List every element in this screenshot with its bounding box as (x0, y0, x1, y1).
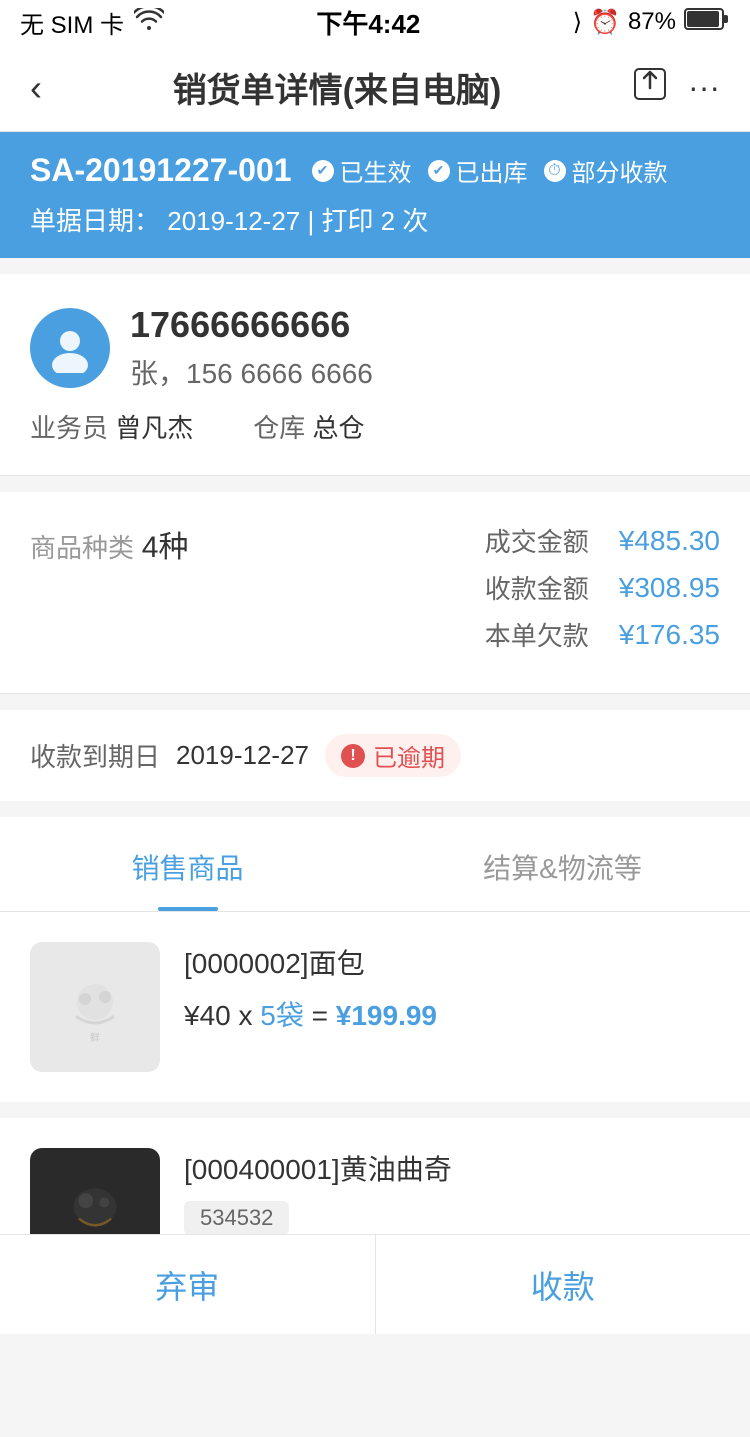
product-name-1: [0000002]面包 (184, 942, 720, 982)
overdue-badge: ! 已逾期 (325, 734, 461, 777)
svg-text:鲜: 鲜 (90, 1031, 100, 1044)
customer-name-phone: 张，156 6666 6666 (130, 352, 373, 392)
customer-meta: 业务员 曾凡杰 仓库 总仓 (30, 408, 720, 445)
warehouse-label: 仓库 (253, 413, 305, 443)
summary-section: 商品种类 4种 成交金额 ¥485.30 收款金额 ¥308.95 本单欠款 ¥… (0, 492, 750, 693)
owed-amount-value: ¥176.35 (619, 619, 720, 651)
effective-check-icon: ✔ (312, 160, 334, 182)
overdue-text: 已逾期 (373, 738, 445, 773)
tab-products[interactable]: 销售商品 (0, 817, 375, 911)
received-amount-value: ¥308.95 (619, 572, 720, 604)
customer-phone: 17666666666 (130, 304, 373, 346)
warehouse-name-value: 总仓 (313, 413, 365, 443)
received-amount-row: 收款金额 ¥308.95 (485, 569, 720, 606)
shipped-label: 已出库 (456, 153, 528, 188)
tabs: 销售商品 结算&物流等 (0, 817, 750, 911)
page-title: 销货单详情(来自电脑) (173, 63, 502, 112)
owed-amount-row: 本单欠款 ¥176.35 (485, 616, 720, 653)
shipped-check-icon: ✔ (428, 160, 450, 182)
badge-shipped: ✔ 已出库 (428, 153, 528, 188)
wifi-icon (134, 8, 164, 37)
partial-clock-icon: ⏱ (544, 160, 566, 182)
date-value: 2019-12-27 (167, 206, 300, 236)
more-button[interactable]: ··· (688, 69, 720, 106)
product-info-1: [0000002]面包 ¥40 x 5袋 = ¥199.99 (184, 942, 720, 1034)
bottom-bar: 弃审 收款 (0, 1234, 750, 1334)
amounts-section: 成交金额 ¥485.30 收款金额 ¥308.95 本单欠款 ¥176.35 (485, 522, 720, 663)
status-left: 无 SIM 卡 (20, 5, 164, 40)
price-qty-1: 5袋 (260, 1000, 304, 1031)
tab-products-label: 销售商品 (131, 853, 243, 884)
transaction-amount-row: 成交金额 ¥485.30 (485, 522, 720, 559)
order-date: 单据日期： 2019-12-27 | 打印 2 次 (30, 201, 720, 238)
sim-status: 无 SIM 卡 (20, 5, 124, 40)
alarm-icon: ⏰ (590, 8, 620, 37)
price-base-1: ¥40 x (184, 1000, 260, 1031)
due-date-value: 2019-12-27 (176, 740, 309, 771)
date-label: 单据日期： (30, 206, 160, 236)
badge-partial: ⏱ 部分收款 (544, 153, 668, 188)
customer-section: 17666666666 张，156 6666 6666 业务员 曾凡杰 仓库 总… (0, 274, 750, 475)
sales-label: 业务员 (30, 413, 108, 443)
product-name-2: [000400001]黄油曲奇 (184, 1148, 720, 1188)
effective-label: 已生效 (340, 153, 412, 188)
sales-info: 业务员 曾凡杰 (30, 408, 193, 445)
order-id: SA-20191227-001 (30, 152, 292, 189)
product-image-1: 鲜 (30, 942, 160, 1072)
confirm-button[interactable]: 收款 (376, 1235, 750, 1334)
tabs-section: 销售商品 结算&物流等 (0, 817, 750, 912)
transaction-amount-value: ¥485.30 (619, 525, 720, 557)
status-badges: ✔ 已生效 ✔ 已出库 ⏱ 部分收款 (312, 153, 668, 188)
share-button[interactable] (632, 66, 668, 110)
category-info: 商品种类 4种 (30, 522, 188, 566)
product-item-1: 鲜 [0000002]面包 ¥40 x 5袋 = ¥199.99 (0, 912, 750, 1102)
price-eq-1: = (312, 1000, 336, 1031)
transaction-amount-label: 成交金额 (485, 522, 589, 559)
print-count: | 打印 2 次 (307, 206, 428, 236)
tab-settlement-label: 结算&物流等 (483, 853, 642, 884)
due-date-label: 收款到期日 (30, 737, 160, 774)
product-sku-2: 534532 (184, 1201, 289, 1235)
category-label: 商品种类 (30, 533, 134, 563)
warehouse-info: 仓库 总仓 (253, 408, 364, 445)
overdue-icon: ! (341, 744, 365, 768)
tab-settlement[interactable]: 结算&物流等 (375, 817, 750, 911)
product-price-1: ¥40 x 5袋 = ¥199.99 (184, 994, 720, 1034)
nav-actions: ··· (632, 66, 720, 110)
back-button[interactable]: ‹ (30, 67, 42, 109)
sales-name-value: 曾凡杰 (115, 413, 193, 443)
navigation-bar: ‹ 销货单详情(来自电脑) ··· (0, 44, 750, 132)
cancel-button[interactable]: 弃审 (0, 1235, 376, 1334)
clock: 下午4:42 (316, 4, 420, 41)
due-date-section: 收款到期日 2019-12-27 ! 已逾期 (0, 710, 750, 801)
badge-effective: ✔ 已生效 (312, 153, 412, 188)
battery-icon (684, 7, 730, 38)
price-total-1: ¥199.99 (336, 1000, 437, 1031)
order-header: SA-20191227-001 ✔ 已生效 ✔ 已出库 ⏱ 部分收款 (0, 132, 750, 258)
battery: 87% (628, 8, 676, 36)
location-icon: ⟩ (573, 8, 582, 37)
status-right: ⟩ ⏰ 87% (573, 7, 730, 38)
owed-amount-label: 本单欠款 (485, 616, 589, 653)
received-amount-label: 收款金额 (485, 569, 589, 606)
category-count: 4种 (142, 531, 189, 564)
customer-details: 17666666666 张，156 6666 6666 (130, 304, 373, 392)
customer-avatar (30, 308, 110, 388)
partial-label: 部分收款 (572, 153, 668, 188)
status-bar: 无 SIM 卡 下午4:42 ⟩ ⏰ 87% (0, 0, 750, 44)
